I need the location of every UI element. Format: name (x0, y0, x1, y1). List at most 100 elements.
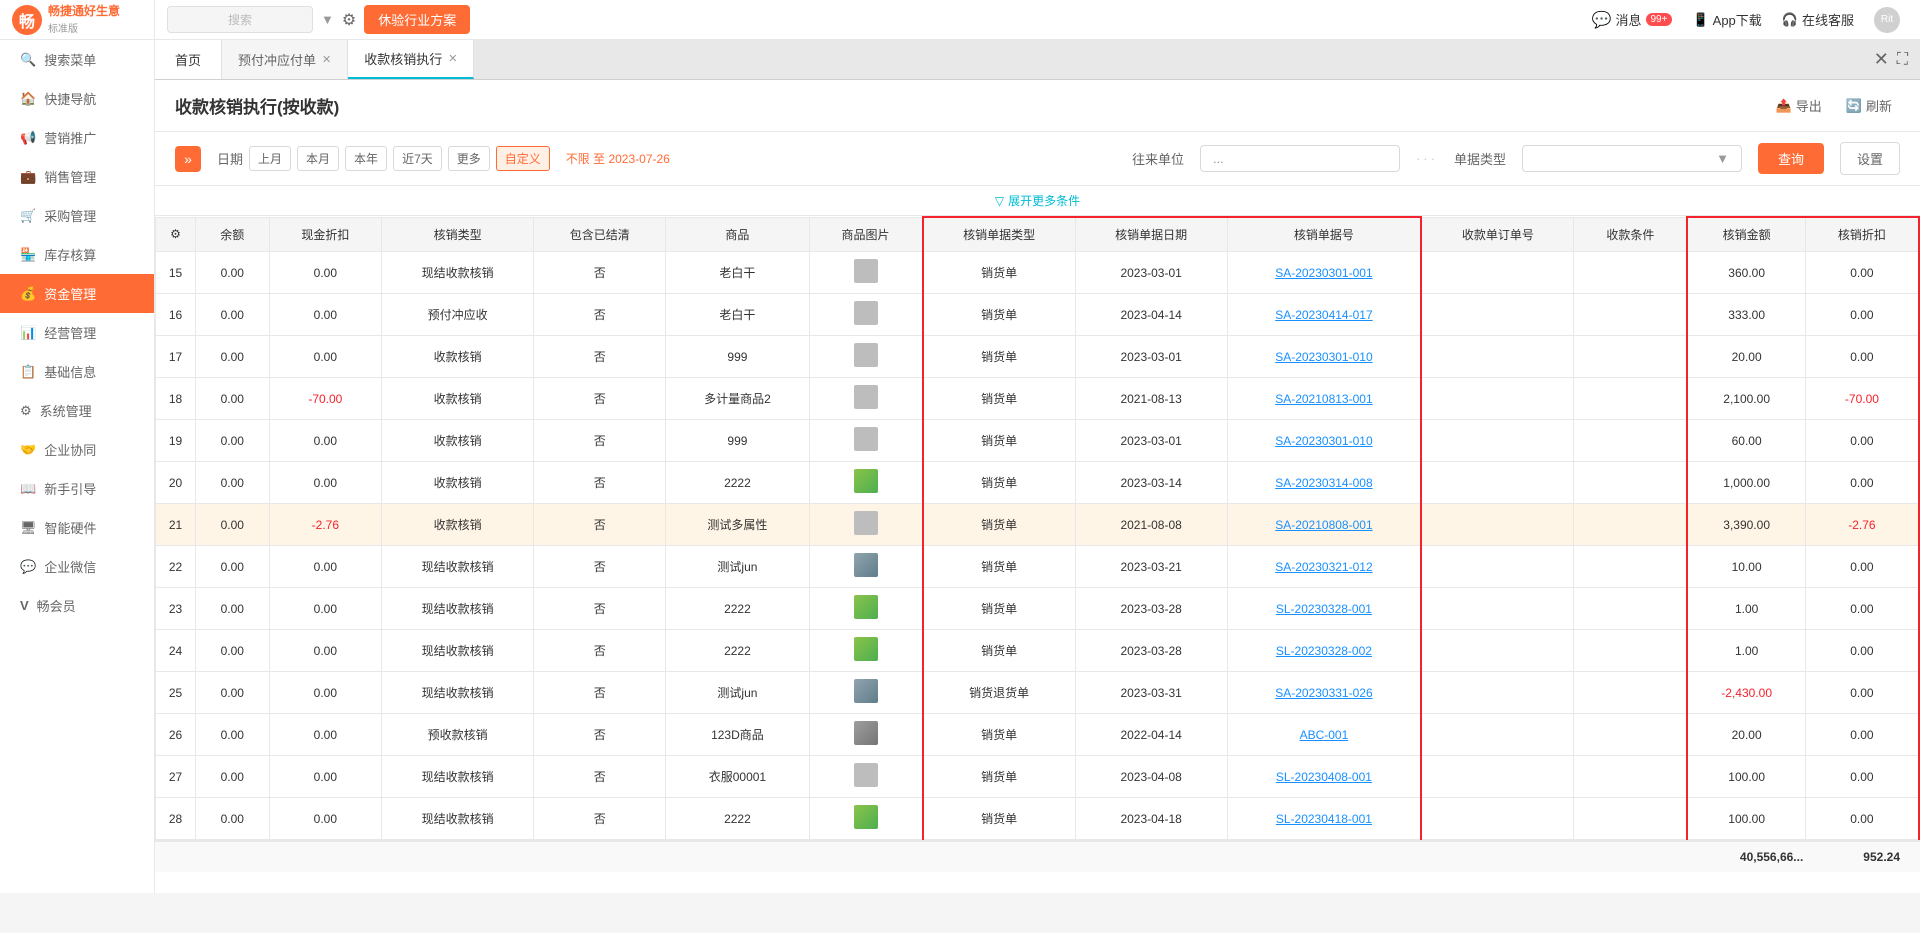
col-header-verify-doc-date: 核销单据日期 (1075, 217, 1227, 252)
query-btn[interactable]: 查询 (1758, 143, 1824, 174)
sidebar-item-search[interactable]: 🔍 搜索菜单 (0, 40, 154, 79)
table-wrap[interactable]: ⚙ 余额 现金折扣 核销类型 包含已结清 商品 商品图片 核销单据类型 核销单据… (155, 216, 1920, 893)
sidebar-item-inventory[interactable]: 🏪 库存核算 (0, 235, 154, 274)
table-row: 160.000.00预付冲应收否老白干销货单2023-04-14SA-20230… (156, 294, 1920, 336)
export-btn[interactable]: 📤 导出 (1768, 92, 1830, 119)
sidebar-item-collab[interactable]: 🤝 企业协同 (0, 430, 154, 469)
row-no: 16 (156, 294, 196, 336)
sidebar-item-guide[interactable]: 📖 新手引导 (0, 469, 154, 508)
system-icon: ⚙ (20, 403, 32, 419)
tab-prepay-close[interactable]: ✕ (322, 53, 331, 66)
industry-btn[interactable]: 休验行业方案 (364, 5, 470, 34)
cell-receipt-condition (1574, 378, 1688, 420)
cell-goods-img (809, 420, 923, 462)
date-btn-this-month[interactable]: 本月 (297, 146, 339, 171)
cell-verify-discount: 0.00 (1805, 798, 1919, 840)
online-service-btn[interactable]: 🎧 在线客服 (1782, 10, 1854, 29)
filter-date-group: 日期 上月 本月 本年 近7天 更多 自定义 (217, 146, 550, 171)
cell-verify-doc-no[interactable]: SA-20230331-026 (1227, 672, 1421, 714)
col-header-verify-doc-no: 核销单据号 (1227, 217, 1421, 252)
sidebar-item-basic[interactable]: 📋 基础信息 (0, 352, 154, 391)
sidebar-item-wechat[interactable]: 💬 企业微信 (0, 547, 154, 586)
date-btn-last-month[interactable]: 上月 (249, 146, 291, 171)
expand-more-btn[interactable]: ▽ 展开更多条件 (995, 192, 1080, 209)
cell-goods: 123D商品 (666, 714, 809, 756)
cell-verify-doc-no[interactable]: SA-20210813-001 (1227, 378, 1421, 420)
cell-verify-doc-date: 2023-03-14 (1075, 462, 1227, 504)
sidebar-item-marketing[interactable]: 📢 营销推广 (0, 118, 154, 157)
cell-goods: 测试jun (666, 672, 809, 714)
date-range-display: 不限 至 2023-07-26 (566, 150, 670, 167)
sidebar-item-system[interactable]: ⚙ 系统管理 (0, 391, 154, 430)
cell-verify-doc-no[interactable]: ABC-001 (1227, 714, 1421, 756)
settings-btn[interactable]: 设置 (1840, 142, 1900, 175)
app-download-label: App下载 (1713, 10, 1762, 29)
cell-verify-doc-no[interactable]: SA-20230301-001 (1227, 252, 1421, 294)
expand-more-bar: ▽ 展开更多条件 (155, 186, 1920, 216)
cell-receipt-order-no (1421, 420, 1574, 462)
tab-close-icon[interactable]: ✕ (1874, 49, 1889, 70)
cell-verify-doc-no[interactable]: SA-20230301-010 (1227, 420, 1421, 462)
cell-verify-doc-no[interactable]: SA-20210808-001 (1227, 504, 1421, 546)
settings-gear-icon[interactable]: ⚙ (342, 10, 356, 30)
filter-expand-btn[interactable]: » (175, 146, 201, 172)
cell-verify-amount: -2,430.00 (1687, 672, 1805, 714)
cell-cash-discount: 0.00 (269, 714, 382, 756)
cell-verify-discount: 0.00 (1805, 588, 1919, 630)
marketing-icon: 📢 (20, 130, 36, 146)
date-btn-7days[interactable]: 近7天 (393, 146, 442, 171)
refresh-btn[interactable]: 🔄 刷新 (1838, 92, 1900, 119)
sidebar-item-finance[interactable]: 💰 资金管理 (0, 274, 154, 313)
table-row: 230.000.00现结收款核销否2222销货单2023-03-28SL-202… (156, 588, 1920, 630)
finance-icon: 💰 (20, 286, 36, 302)
cell-verify-doc-no[interactable]: SA-20230321-012 (1227, 546, 1421, 588)
dropdown-icon[interactable]: ▼ (321, 12, 334, 27)
source-input[interactable]: ... (1200, 145, 1400, 172)
cell-verify-discount: -2.76 (1805, 504, 1919, 546)
member-icon: V (20, 598, 29, 613)
sidebar-item-hardware[interactable]: 🖥 智能硬件 (0, 508, 154, 547)
main-area: 首页 预付冲应付单 ✕ 收款核销执行 ✕ ✕ ⛶ 收款核销执行(按收款) 📤 导… (155, 40, 1920, 893)
cell-goods: 999 (666, 420, 809, 462)
cell-goods: 老白干 (666, 294, 809, 336)
date-btn-more[interactable]: 更多 (448, 146, 490, 171)
tab-collection-close[interactable]: ✕ (448, 52, 457, 65)
cell-verify-doc-no[interactable]: SA-20230414-017 (1227, 294, 1421, 336)
voucher-select[interactable]: ▼ (1522, 145, 1742, 172)
cell-verify-doc-no[interactable]: SL-20230418-001 (1227, 798, 1421, 840)
cell-verify-doc-type: 销货单 (923, 546, 1076, 588)
cell-goods-img (809, 798, 923, 840)
cell-verify-discount: 0.00 (1805, 294, 1919, 336)
cell-verify-doc-no[interactable]: SL-20230328-002 (1227, 630, 1421, 672)
date-btn-this-year[interactable]: 本年 (345, 146, 387, 171)
cell-balance: 0.00 (196, 462, 270, 504)
sidebar-item-purchase[interactable]: 🛒 采购管理 (0, 196, 154, 235)
cell-cash-discount: -70.00 (269, 378, 382, 420)
message-btn[interactable]: 💬 消息 99+ (1592, 10, 1673, 30)
tab-home[interactable]: 首页 (155, 40, 222, 79)
cell-goods-img (809, 546, 923, 588)
app-download-btn[interactable]: 📱 App下载 (1692, 10, 1761, 29)
cell-balance: 0.00 (196, 336, 270, 378)
cell-verify-doc-no[interactable]: SL-20230408-001 (1227, 756, 1421, 798)
col-header-settings[interactable]: ⚙ (156, 217, 196, 252)
search-placeholder[interactable]: 搜索 (167, 6, 313, 33)
cell-verify-doc-no[interactable]: SA-20230301-010 (1227, 336, 1421, 378)
tab-expand-icon[interactable]: ⛶ (1897, 51, 1908, 69)
sidebar-item-member[interactable]: V 畅会员 (0, 586, 154, 625)
cell-verify-doc-no[interactable]: SA-20230314-008 (1227, 462, 1421, 504)
tab-collection[interactable]: 收款核销执行 ✕ (348, 40, 474, 79)
user-avatar[interactable]: Rit (1874, 7, 1900, 33)
cell-verify-doc-type: 销货单 (923, 252, 1076, 294)
col-header-receipt-condition: 收款条件 (1574, 217, 1688, 252)
tab-prepay[interactable]: 预付冲应付单 ✕ (222, 40, 348, 79)
message-badge: 99+ (1646, 13, 1673, 26)
cell-verify-doc-date: 2023-03-28 (1075, 630, 1227, 672)
inventory-icon: 🏪 (20, 247, 36, 263)
tab-actions: ✕ ⛶ (1874, 49, 1920, 70)
sidebar-item-sales[interactable]: 💼 销售管理 (0, 157, 154, 196)
date-btn-custom[interactable]: 自定义 (496, 146, 550, 171)
cell-verify-doc-no[interactable]: SL-20230328-001 (1227, 588, 1421, 630)
sidebar-item-quicknav[interactable]: 🏠 快捷导航 (0, 79, 154, 118)
sidebar-item-operations[interactable]: 📊 经营管理 (0, 313, 154, 352)
